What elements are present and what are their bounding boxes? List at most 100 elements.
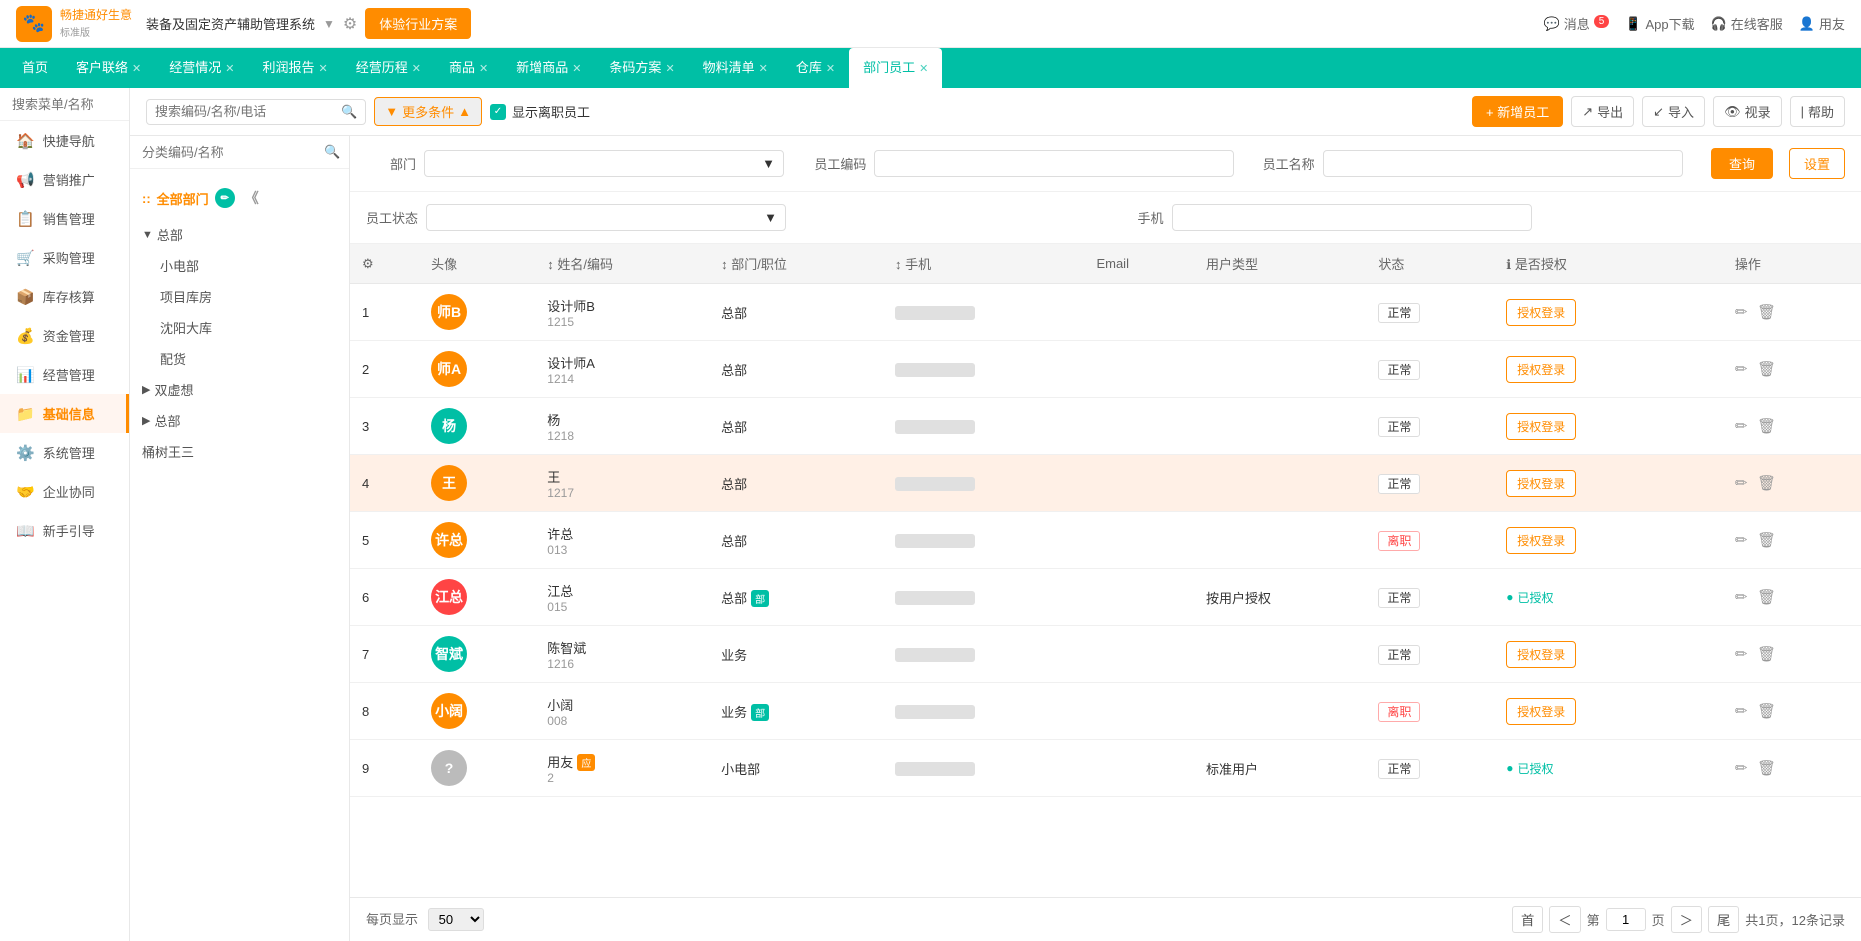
dept-node-xiangmu[interactable]: 项目库房 xyxy=(130,281,349,312)
sidebar-item-inventory[interactable]: 📦 库存核算 xyxy=(0,277,129,316)
col-dept[interactable]: ↕ 部门/职位 xyxy=(709,244,883,284)
dept-search-input[interactable] xyxy=(142,145,318,160)
sidebar-item-sales[interactable]: 📋 销售管理 xyxy=(0,199,129,238)
dept-section-zongbu-header[interactable]: ▼ 总部 xyxy=(130,219,349,250)
next-page-button[interactable]: ＞ xyxy=(1671,906,1702,933)
sidebar-item-basic[interactable]: 📁 基础信息 xyxy=(0,394,129,433)
filter-button[interactable]: ▼ 更多条件 ▲ xyxy=(374,97,482,126)
dept-section-zongbu2-header[interactable]: ▶ 总部 xyxy=(130,405,349,436)
tab-barcode-close[interactable]: ✕ xyxy=(665,63,674,75)
tab-goods-close[interactable]: ✕ xyxy=(479,63,488,75)
edit-button[interactable]: ✏ xyxy=(1735,532,1748,549)
delete-button[interactable]: 🗑 xyxy=(1757,646,1776,663)
dept-node-xiaodian[interactable]: 小电部 xyxy=(130,250,349,281)
auth-login-button[interactable]: 授权登录 xyxy=(1506,356,1576,383)
sidebar-search-input[interactable] xyxy=(12,97,130,112)
tab-operation[interactable]: 经营情况✕ xyxy=(155,48,248,88)
query-button[interactable]: 查询 xyxy=(1711,148,1773,179)
prev-page-button[interactable]: ＜ xyxy=(1549,906,1580,933)
auth-login-button[interactable]: 授权登录 xyxy=(1506,698,1576,725)
dept-node-peihuo[interactable]: 配货 xyxy=(130,343,349,374)
msg-button[interactable]: 💬 消息 5 xyxy=(1544,14,1610,33)
auth-login-button[interactable]: 授权登录 xyxy=(1506,641,1576,668)
delete-button[interactable]: 🗑 xyxy=(1757,475,1776,492)
service-button[interactable]: 🎧 在线客服 xyxy=(1711,14,1783,33)
emp-name-input[interactable] xyxy=(1323,150,1683,177)
tab-dept-staff[interactable]: 部门员工✕ xyxy=(849,48,942,88)
edit-button[interactable]: ✏ xyxy=(1735,361,1748,378)
col-settings[interactable]: ⚙ xyxy=(350,244,419,284)
tab-history[interactable]: 经营历程✕ xyxy=(342,48,435,88)
delete-button[interactable]: 🗑 xyxy=(1757,361,1776,378)
user-button[interactable]: 👤 用友 xyxy=(1799,14,1845,33)
per-page-select[interactable]: 50 100 xyxy=(428,908,484,931)
tab-profit-close[interactable]: ✕ xyxy=(319,63,328,75)
col-phone[interactable]: ↕ 手机 xyxy=(883,244,1084,284)
last-page-button[interactable]: 尾 xyxy=(1708,906,1739,933)
edit-button[interactable]: ✏ xyxy=(1735,646,1748,663)
tab-dept-staff-close[interactable]: ✕ xyxy=(919,63,928,75)
auth-login-button[interactable]: 授权登录 xyxy=(1506,470,1576,497)
all-dept-item[interactable]: :: 全部部门 ✏ 《 xyxy=(130,177,349,219)
dept-filter-select[interactable]: ▼ xyxy=(424,150,784,177)
view-button[interactable]: 👁 视录 xyxy=(1713,96,1782,127)
search-input[interactable] xyxy=(155,104,335,119)
collapse-icon[interactable]: 《 xyxy=(241,184,263,212)
setting-button[interactable]: 设置 xyxy=(1789,148,1845,179)
import-button[interactable]: ↙ 导入 xyxy=(1642,96,1705,127)
tab-bom-close[interactable]: ✕ xyxy=(759,63,768,75)
tab-new-goods[interactable]: 新增商品✕ xyxy=(502,48,595,88)
app-download-button[interactable]: 📱 App下载 xyxy=(1625,14,1694,33)
sidebar-item-ops[interactable]: 📊 经营管理 xyxy=(0,355,129,394)
edit-button[interactable]: ✏ xyxy=(1735,760,1748,777)
tab-new-goods-close[interactable]: ✕ xyxy=(572,63,581,75)
sidebar-item-purchase[interactable]: 🛒 采购管理 xyxy=(0,238,129,277)
edit-button[interactable]: ✏ xyxy=(1735,475,1748,492)
edit-button[interactable]: ✏ xyxy=(1735,418,1748,435)
tab-customer[interactable]: 客户联络✕ xyxy=(62,48,155,88)
search-icon[interactable]: 🔍 xyxy=(341,104,357,120)
emp-code-input[interactable] xyxy=(874,150,1234,177)
dept-section-shuangxuxiang-header[interactable]: ▶ 双虚想 xyxy=(130,374,349,405)
tab-profit[interactable]: 利润报告✕ xyxy=(248,48,341,88)
page-input[interactable] xyxy=(1606,908,1646,931)
delete-button[interactable]: 🗑 xyxy=(1757,532,1776,549)
sidebar-item-system[interactable]: ⚙️ 系统管理 xyxy=(0,433,129,472)
tab-bom[interactable]: 物料清单✕ xyxy=(689,48,782,88)
tab-warehouse[interactable]: 仓库✕ xyxy=(782,48,849,88)
tab-operation-close[interactable]: ✕ xyxy=(225,63,234,75)
sidebar-item-finance[interactable]: 💰 资金管理 xyxy=(0,316,129,355)
sidebar-item-marketing[interactable]: 📢 营销推广 xyxy=(0,160,129,199)
delete-button[interactable]: 🗑 xyxy=(1757,703,1776,720)
add-employee-button[interactable]: + 新增员工 xyxy=(1472,96,1563,127)
tab-customer-close[interactable]: ✕ xyxy=(132,63,141,75)
delete-button[interactable]: 🗑 xyxy=(1757,760,1776,777)
col-name-code[interactable]: ↕ 姓名/编码 xyxy=(535,244,709,284)
show-inactive-checkbox[interactable]: ✓ xyxy=(490,104,506,120)
gear-icon[interactable]: ⚙ xyxy=(343,14,357,34)
delete-button[interactable]: 🗑 xyxy=(1757,418,1776,435)
auth-login-button[interactable]: 授权登录 xyxy=(1506,413,1576,440)
help-button[interactable]: | 帮助 xyxy=(1790,96,1845,127)
delete-button[interactable]: 🗑 xyxy=(1757,304,1776,321)
sidebar-item-quicknav[interactable]: 🏠 快捷导航 xyxy=(0,121,129,160)
tab-barcode[interactable]: 条码方案✕ xyxy=(595,48,688,88)
export-button[interactable]: ↗ 导出 xyxy=(1571,96,1634,127)
experience-button[interactable]: 体验行业方案 xyxy=(365,8,471,39)
emp-status-select[interactable]: ▼ xyxy=(426,204,786,231)
dept-section-tongshuwangsan-header[interactable]: 桶树王三 xyxy=(130,436,349,467)
tab-goods[interactable]: 商品✕ xyxy=(435,48,502,88)
edit-button[interactable]: ✏ xyxy=(1735,589,1748,606)
sys-arrow-icon[interactable]: ▼ xyxy=(323,17,335,31)
edit-button[interactable]: ✏ xyxy=(1735,703,1748,720)
edit-dept-icon[interactable]: ✏ xyxy=(215,188,235,208)
tab-history-close[interactable]: ✕ xyxy=(412,63,421,75)
tab-warehouse-close[interactable]: ✕ xyxy=(826,63,835,75)
sidebar-item-guide[interactable]: 📖 新手引导 xyxy=(0,511,129,550)
delete-button[interactable]: 🗑 xyxy=(1757,589,1776,606)
auth-login-button[interactable]: 授权登录 xyxy=(1506,299,1576,326)
dept-node-shenyang[interactable]: 沈阳大库 xyxy=(130,312,349,343)
phone-input[interactable] xyxy=(1172,204,1532,231)
auth-login-button[interactable]: 授权登录 xyxy=(1506,527,1576,554)
edit-button[interactable]: ✏ xyxy=(1735,304,1748,321)
